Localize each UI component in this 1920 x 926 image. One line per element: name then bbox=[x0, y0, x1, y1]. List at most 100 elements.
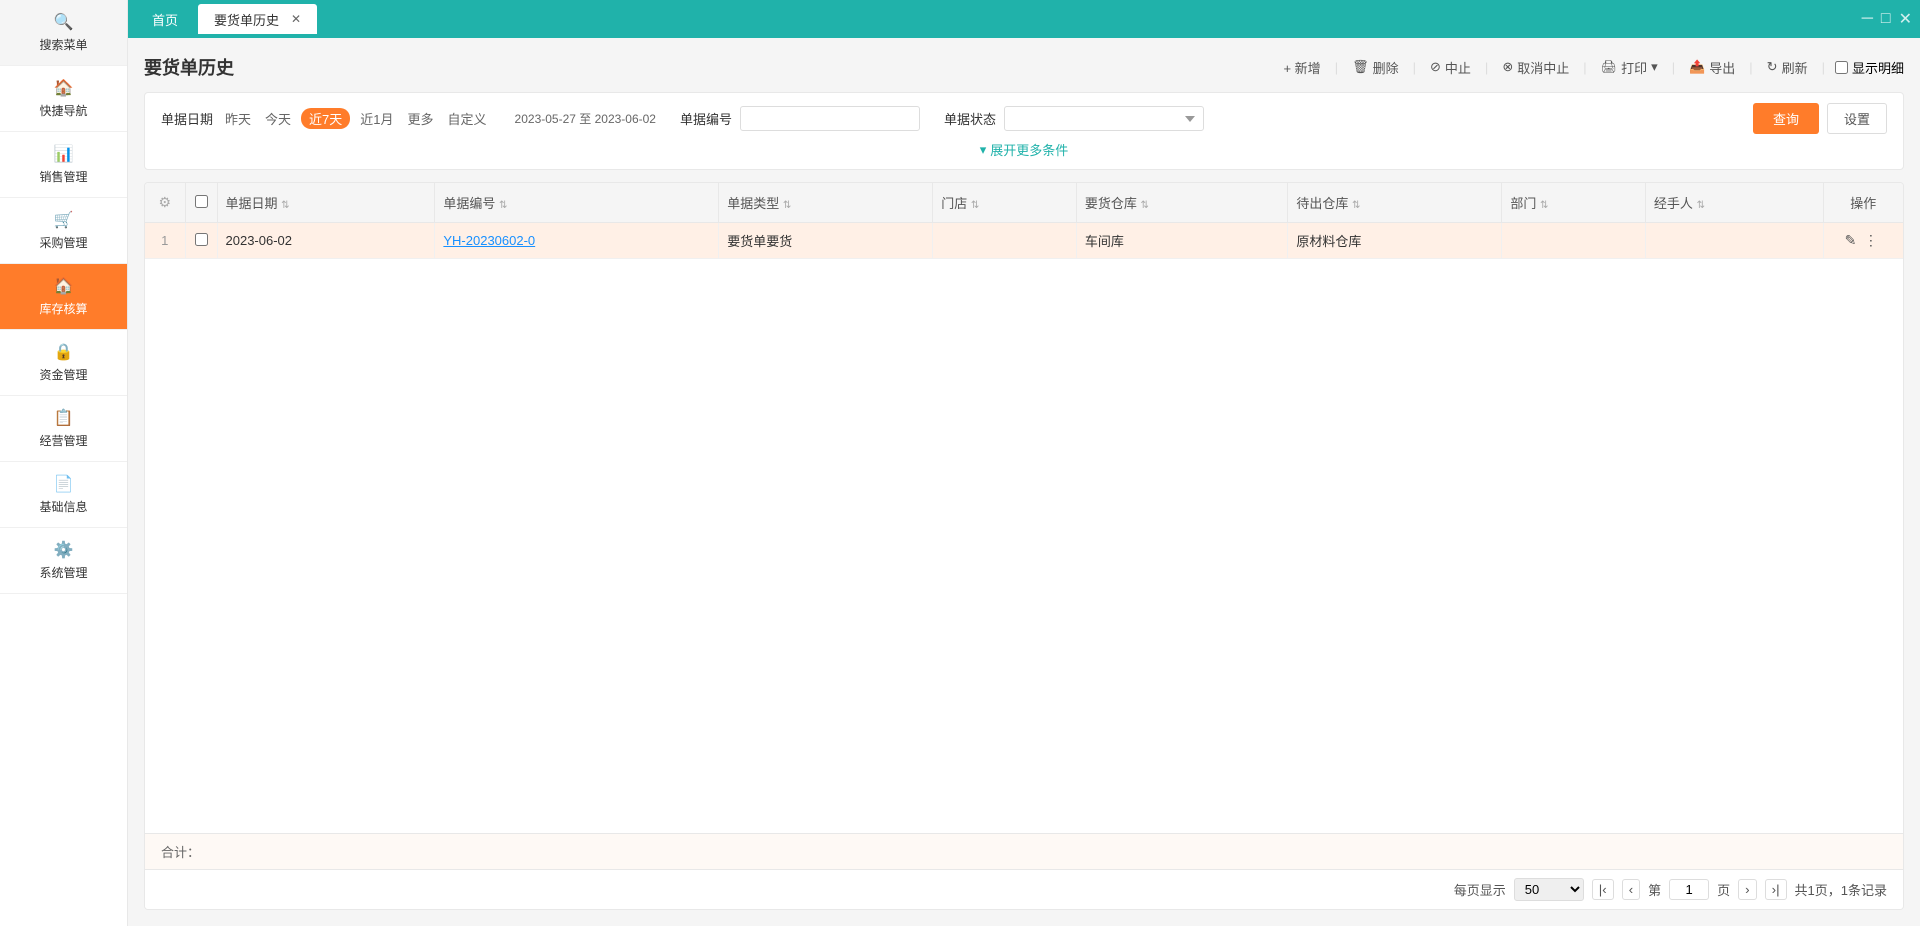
export-button[interactable]: 📤 导出 bbox=[1685, 56, 1739, 79]
tab-home[interactable]: 首页 bbox=[136, 4, 194, 34]
row-department bbox=[1502, 223, 1646, 259]
row-handler bbox=[1645, 223, 1823, 259]
doc-no-label: 单据编号 bbox=[680, 109, 732, 128]
sort-pending-warehouse-icon[interactable]: ⇅ bbox=[1352, 200, 1360, 211]
settings-button[interactable]: 设置 bbox=[1827, 103, 1887, 134]
operations-icon: 📋 bbox=[54, 408, 74, 428]
row-checkbox[interactable] bbox=[195, 233, 208, 246]
row-more-icon[interactable]: ⋮ bbox=[1864, 232, 1878, 248]
status-select[interactable] bbox=[1004, 106, 1204, 131]
sidebar-item-basic-info[interactable]: 📄 基础信息 bbox=[0, 462, 127, 528]
maximize-button[interactable]: □ bbox=[1881, 10, 1891, 28]
table-header: ⚙ 单据日期 ⇅ 单据编号 ⇅ bbox=[145, 183, 1903, 223]
col-pending-warehouse: 待出仓库 ⇅ bbox=[1288, 183, 1502, 223]
sort-handler-icon[interactable]: ⇅ bbox=[1697, 200, 1705, 211]
table-body: 1 2023-06-02 YH-20230602-0 要货单要货 车间库 bbox=[145, 223, 1903, 259]
tab-bar: 首页 要货单历史 ✕ ─ □ ✕ bbox=[128, 0, 1920, 38]
page-content: 要货单历史 + 新增 | 🗑 删除 | ⊘ 中止 | ⊗ 取消中止 | bbox=[128, 38, 1920, 926]
sidebar-item-label: 快捷导航 bbox=[39, 102, 87, 119]
refresh-icon: ↻ bbox=[1767, 59, 1778, 75]
date-today[interactable]: 今天 bbox=[261, 108, 295, 129]
toolbar: + 新增 | 🗑 删除 | ⊘ 中止 | ⊗ 取消中止 | 🖨 bbox=[1279, 56, 1904, 79]
last-page-button[interactable]: ›| bbox=[1765, 879, 1787, 900]
row-operations: ✎ ⋮ bbox=[1823, 223, 1903, 259]
date-more[interactable]: 更多 bbox=[404, 108, 438, 129]
sidebar-item-label: 销售管理 bbox=[39, 168, 87, 185]
page-header: 要货单历史 + 新增 | 🗑 删除 | ⊘ 中止 | ⊗ 取消中止 | bbox=[144, 54, 1904, 80]
page-number-input[interactable] bbox=[1669, 879, 1709, 900]
date-7days[interactable]: 近7天 bbox=[301, 108, 350, 129]
tab-requisition-history[interactable]: 要货单历史 ✕ bbox=[198, 4, 317, 34]
date-1month[interactable]: 近1月 bbox=[356, 108, 397, 129]
expand-more-button[interactable]: ▾ 展开更多条件 bbox=[161, 140, 1887, 159]
per-page-select[interactable]: 50 100 200 bbox=[1514, 878, 1584, 901]
next-page-button[interactable]: › bbox=[1738, 879, 1756, 900]
col-operations: 操作 bbox=[1823, 183, 1903, 223]
tab-close-icon[interactable]: ✕ bbox=[291, 12, 301, 26]
print-button[interactable]: 🖨 打印 ▾ bbox=[1597, 56, 1662, 79]
sidebar-item-system[interactable]: ⚙️ 系统管理 bbox=[0, 528, 127, 594]
per-page-label: 每页显示 bbox=[1454, 880, 1506, 899]
date-filter-group: 单据日期 昨天 今天 近7天 近1月 更多 自定义 bbox=[161, 108, 491, 129]
system-icon: ⚙️ bbox=[54, 540, 74, 560]
sidebar-item-inventory[interactable]: 🏠 库存核算 bbox=[0, 264, 127, 330]
doc-no-filter-group: 单据编号 bbox=[680, 106, 920, 131]
first-page-button[interactable]: |‹ bbox=[1592, 879, 1614, 900]
sidebar-item-label: 经营管理 bbox=[39, 432, 87, 449]
purchase-icon: 🛒 bbox=[54, 210, 74, 230]
prev-page-button[interactable]: ‹ bbox=[1622, 879, 1640, 900]
doc-no-input[interactable] bbox=[740, 106, 920, 131]
display-detail-toggle[interactable]: 显示明细 bbox=[1835, 58, 1904, 77]
page-label-last: 页 bbox=[1717, 880, 1730, 899]
doc-no-link[interactable]: YH-20230602-0 bbox=[443, 233, 535, 248]
display-detail-checkbox[interactable] bbox=[1835, 61, 1848, 74]
sort-department-icon[interactable]: ⇅ bbox=[1540, 200, 1548, 211]
page-title: 要货单历史 bbox=[144, 54, 234, 80]
sort-store-icon[interactable]: ⇅ bbox=[971, 200, 979, 211]
cancel-stop-button[interactable]: ⊗ 取消中止 bbox=[1498, 56, 1573, 79]
table-row[interactable]: 1 2023-06-02 YH-20230602-0 要货单要货 车间库 bbox=[145, 223, 1903, 259]
gear-icon[interactable]: ⚙ bbox=[158, 194, 171, 210]
delete-button[interactable]: 🗑 删除 bbox=[1348, 56, 1403, 79]
sidebar-item-purchase[interactable]: 🛒 采购管理 bbox=[0, 198, 127, 264]
table-scroll[interactable]: ⚙ 单据日期 ⇅ 单据编号 ⇅ bbox=[145, 183, 1903, 833]
date-yesterday[interactable]: 昨天 bbox=[221, 108, 255, 129]
new-button[interactable]: + 新增 bbox=[1279, 56, 1324, 79]
sidebar-item-quick-nav[interactable]: 🏠 快捷导航 bbox=[0, 66, 127, 132]
sidebar-item-finance[interactable]: 🔒 资金管理 bbox=[0, 330, 127, 396]
minimize-button[interactable]: ─ bbox=[1862, 10, 1873, 28]
row-req-warehouse: 车间库 bbox=[1076, 223, 1287, 259]
refresh-button[interactable]: ↻ 刷新 bbox=[1763, 56, 1812, 79]
sidebar-item-operations[interactable]: 📋 经营管理 bbox=[0, 396, 127, 462]
row-edit-icon[interactable]: ✎ bbox=[1845, 232, 1857, 248]
tab-requisition-label: 要货单历史 bbox=[214, 10, 279, 29]
col-settings: ⚙ bbox=[145, 183, 185, 223]
query-button[interactable]: 查询 bbox=[1753, 103, 1819, 134]
window-controls: ─ □ ✕ bbox=[1862, 9, 1912, 29]
close-button[interactable]: ✕ bbox=[1899, 9, 1912, 29]
table-container: ⚙ 单据日期 ⇅ 单据编号 ⇅ bbox=[144, 182, 1904, 910]
sidebar-item-sales[interactable]: 📊 销售管理 bbox=[0, 132, 127, 198]
sidebar-item-search-menu[interactable]: 🔍 搜索菜单 bbox=[0, 0, 127, 66]
sidebar-item-label: 系统管理 bbox=[39, 564, 87, 581]
total-info: 共1页，1条记录 bbox=[1795, 880, 1887, 899]
select-all-checkbox[interactable] bbox=[195, 195, 208, 208]
status-filter-group: 单据状态 bbox=[944, 106, 1204, 131]
expand-icon: ▾ bbox=[980, 142, 987, 158]
date-custom[interactable]: 自定义 bbox=[444, 108, 491, 129]
sort-date-icon[interactable]: ⇅ bbox=[281, 200, 289, 211]
row-doc-no: YH-20230602-0 bbox=[435, 223, 719, 259]
col-date: 单据日期 ⇅ bbox=[217, 183, 435, 223]
col-department: 部门 ⇅ bbox=[1502, 183, 1646, 223]
row-checkbox-cell bbox=[185, 223, 217, 259]
stop-button[interactable]: ⊘ 中止 bbox=[1426, 56, 1475, 79]
stop-icon: ⊘ bbox=[1430, 59, 1441, 75]
sort-doc-no-icon[interactable]: ⇅ bbox=[499, 200, 507, 211]
search-menu-icon: 🔍 bbox=[54, 12, 74, 32]
sidebar-item-label: 采购管理 bbox=[39, 234, 87, 251]
row-store bbox=[933, 223, 1077, 259]
basic-info-icon: 📄 bbox=[54, 474, 74, 494]
sort-doc-type-icon[interactable]: ⇅ bbox=[783, 200, 791, 211]
sort-req-warehouse-icon[interactable]: ⇅ bbox=[1141, 200, 1149, 211]
row-pending-warehouse: 原材料仓库 bbox=[1288, 223, 1502, 259]
